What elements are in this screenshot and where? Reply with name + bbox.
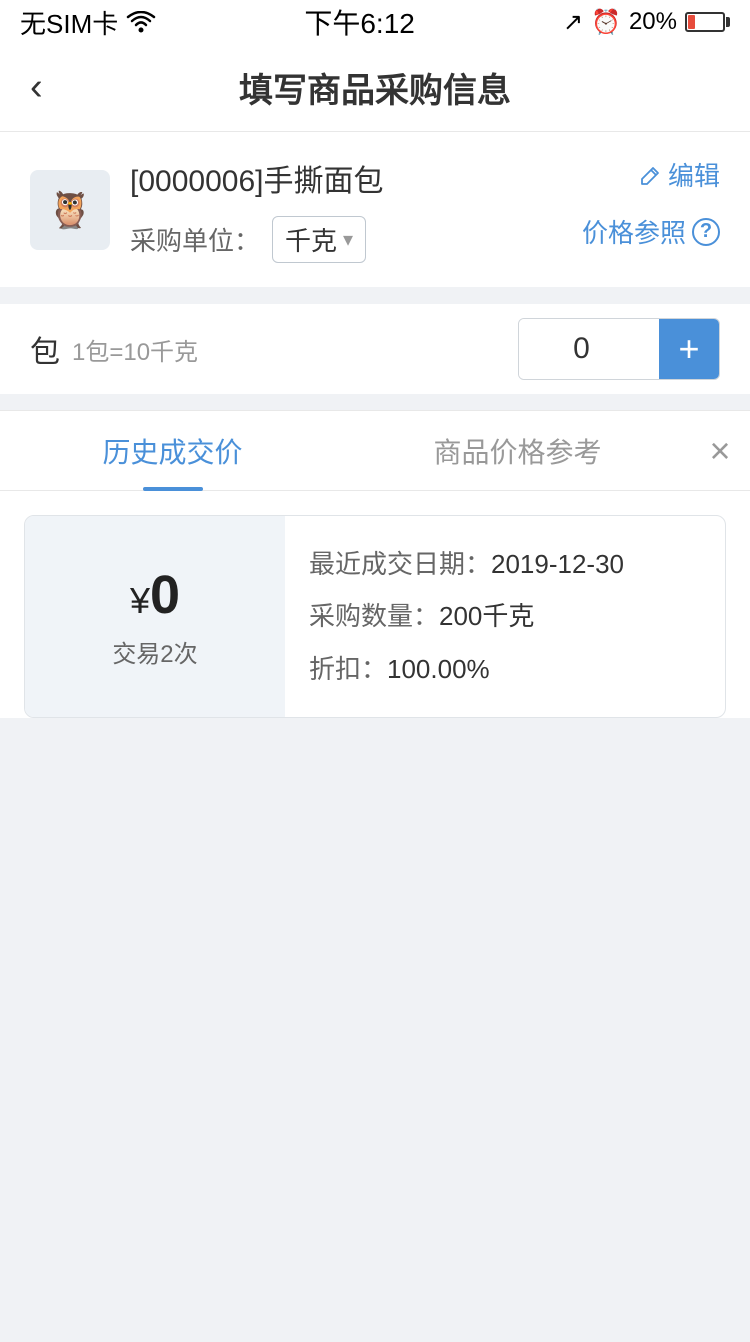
quantity-section: 包 1包=10千克 +: [0, 303, 750, 394]
nav-bar: ‹ 填写商品采购信息: [0, 44, 750, 132]
product-image-icon: 🦉: [48, 189, 93, 231]
product-info: [0000006]手撕面包 采购单位： 千克 ▾: [130, 156, 383, 263]
recent-date-row: 最近成交日期：2019-12-30: [309, 546, 701, 582]
tabs-header: 历史成交价 商品价格参考 ×: [0, 411, 750, 491]
signal-text: 无SIM卡: [20, 4, 118, 41]
location-icon: ↗: [563, 8, 583, 37]
quantity-input[interactable]: [519, 319, 659, 379]
discount-row: 折扣：100.00%: [309, 651, 701, 687]
product-thumbnail: 🦉: [30, 170, 110, 250]
chevron-down-icon: ▾: [343, 227, 353, 252]
alarm-icon: ⏰: [591, 8, 621, 37]
quantity-unit-info: 包 1包=10千克: [30, 327, 198, 371]
back-button[interactable]: ‹: [30, 66, 43, 109]
tab-history-label: 历史成交价: [102, 431, 242, 471]
price-number: 0: [150, 565, 180, 625]
price-card-left: ¥0 交易2次: [25, 516, 285, 717]
purchase-qty-label: 采购数量：: [309, 601, 439, 631]
recent-date-value: 2019-12-30: [491, 549, 624, 579]
tabs-container: 历史成交价 商品价格参考 × ¥0 交易2次 最近成交日期：2019-12-30…: [0, 410, 750, 718]
product-name: [0000006]手撕面包: [130, 156, 383, 200]
price-card-right: 最近成交日期：2019-12-30 采购数量：200千克 折扣：100.00%: [285, 516, 725, 717]
quantity-row: 包 1包=10千克 +: [30, 304, 720, 394]
tab-price-ref[interactable]: 商品价格参考: [345, 411, 690, 491]
status-right: ↗ ⏰ 20%: [563, 8, 730, 37]
bottom-content: [0, 742, 750, 1342]
discount-value: 100.00%: [387, 654, 490, 684]
purchase-qty-value: 200千克: [439, 601, 534, 631]
tabs-close-button[interactable]: ×: [690, 430, 750, 472]
edit-label: 编辑: [668, 156, 720, 193]
edit-icon: [640, 164, 662, 186]
quantity-plus-button[interactable]: +: [659, 319, 719, 379]
battery-icon: [685, 12, 730, 32]
product-card: 🦉 [0000006]手撕面包 采购单位： 千克 ▾ 编辑: [0, 132, 750, 287]
currency-symbol: ¥: [130, 580, 150, 621]
tab-price-ref-label: 商品价格参考: [433, 431, 601, 471]
battery-percent: 20%: [629, 8, 677, 36]
edit-button[interactable]: 编辑: [640, 156, 720, 193]
tab-history-price[interactable]: 历史成交价: [0, 411, 345, 491]
price-card: ¥0 交易2次 最近成交日期：2019-12-30 采购数量：200千克 折扣：…: [24, 515, 726, 718]
discount-label: 折扣：: [309, 654, 387, 684]
trade-count: 交易2次: [112, 634, 197, 669]
status-left: 无SIM卡: [20, 4, 156, 41]
price-ref-button[interactable]: 价格参照 ?: [582, 213, 720, 250]
unit-select[interactable]: 千克 ▾: [272, 216, 366, 263]
price-ref-label: 价格参照: [582, 213, 686, 250]
unit-value: 千克: [285, 221, 337, 258]
purchase-qty-row: 采购数量：200千克: [309, 598, 701, 634]
status-bar: 无SIM卡 下午6:12 ↗ ⏰ 20%: [0, 0, 750, 44]
quantity-input-group: +: [518, 318, 720, 380]
page-title: 填写商品采购信息: [239, 63, 511, 112]
price-value: ¥0: [130, 564, 180, 626]
product-unit-row: 采购单位： 千克 ▾: [130, 216, 383, 263]
wifi-icon: [126, 11, 156, 33]
status-time: 下午6:12: [304, 2, 415, 42]
recent-date-label: 最近成交日期：: [309, 549, 491, 579]
tab-active-underline: [143, 487, 203, 491]
info-icon: ?: [692, 218, 720, 246]
unit-label: 采购单位：: [130, 221, 260, 258]
quantity-conversion: 1包=10千克: [72, 332, 198, 367]
quantity-unit-badge: 包: [30, 327, 60, 371]
